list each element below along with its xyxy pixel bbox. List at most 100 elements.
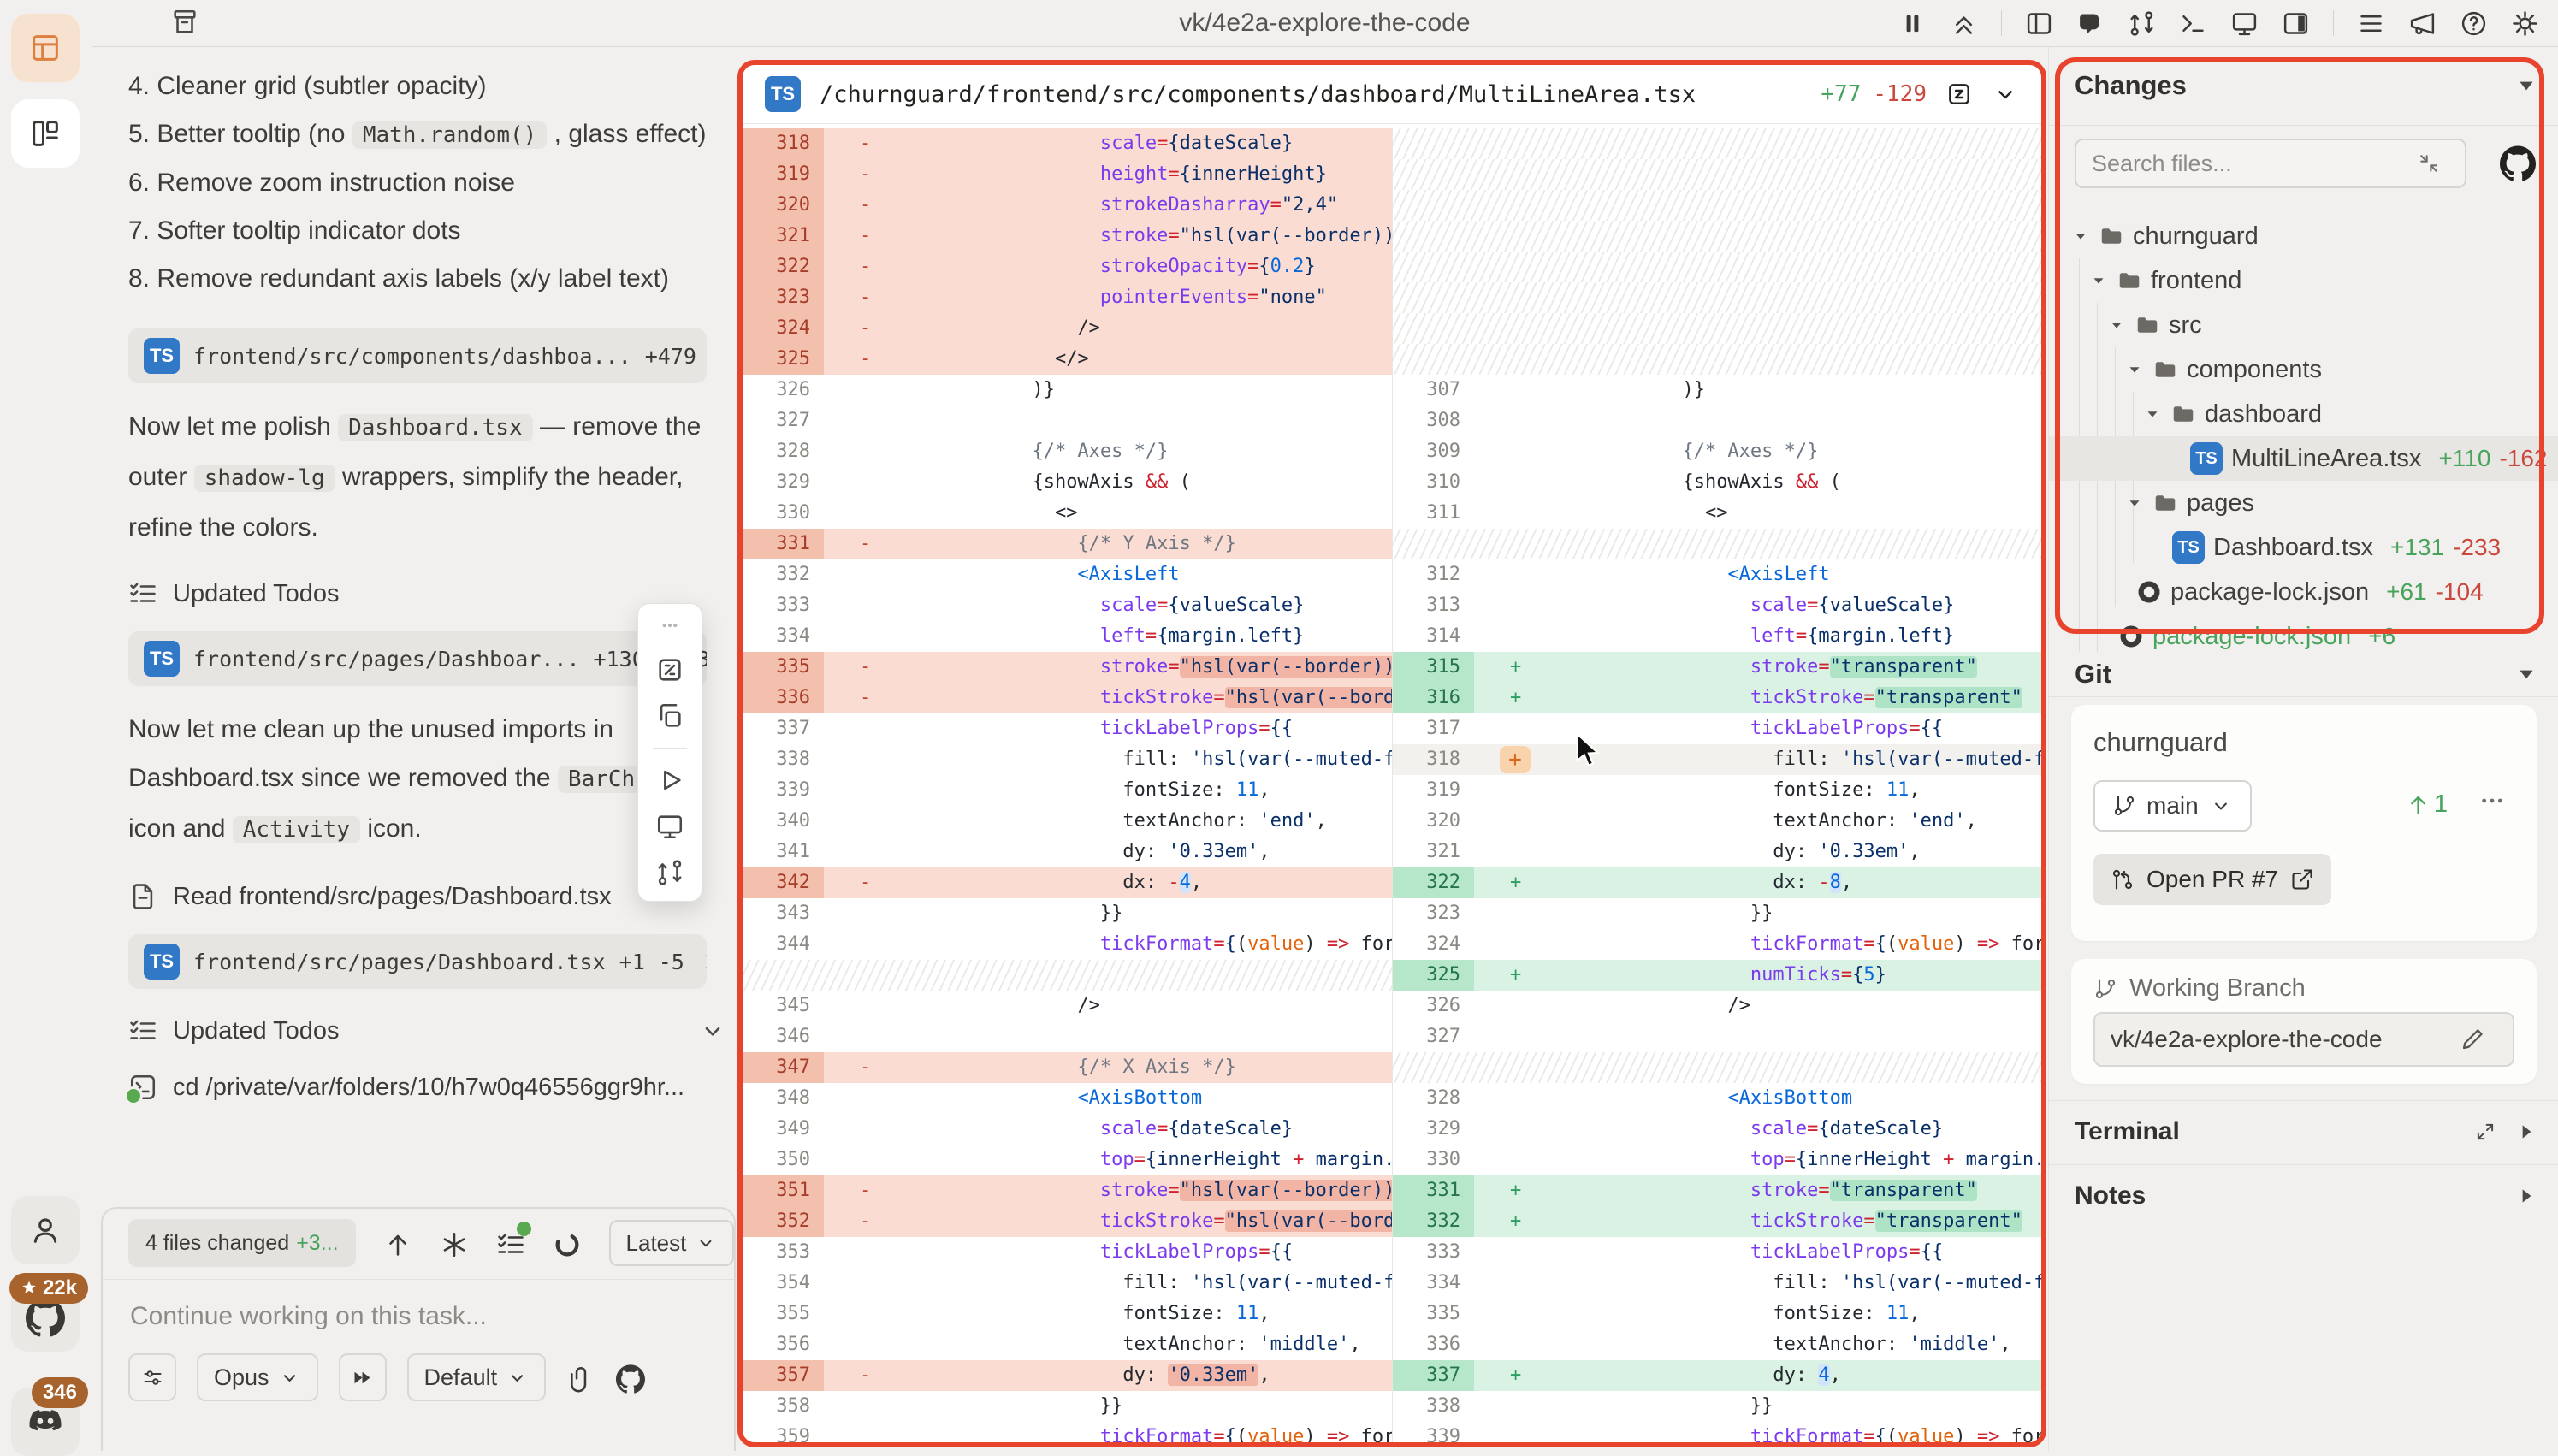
settings-sliders-button[interactable] [128, 1353, 176, 1401]
diff-new-cell: 324 tickFormat={(value) => formatV [1392, 929, 2041, 960]
files-changed-chip[interactable]: 4 files changed +3... [128, 1219, 356, 1267]
fast-forward-button[interactable] [339, 1353, 387, 1401]
copy-icon[interactable] [655, 701, 684, 731]
scroll-up-icon[interactable] [383, 1227, 412, 1260]
github-button[interactable]: 22k [11, 1283, 80, 1352]
panel-left-icon[interactable] [2025, 9, 2053, 38]
collapse-diff-icon[interactable] [1992, 80, 2019, 108]
open-terminal-icon[interactable] [2515, 1121, 2537, 1143]
search-input[interactable] [2076, 151, 2417, 177]
tree-folder[interactable]: frontend [2049, 258, 2558, 303]
terminal-section[interactable]: Terminal [2075, 1100, 2537, 1163]
play-icon[interactable] [655, 766, 684, 795]
ahead-count: 1 [2406, 790, 2448, 819]
more-options-icon[interactable] [2478, 787, 2506, 814]
tree-folder[interactable]: components [2049, 347, 2558, 392]
collapse-tree-icon[interactable] [2417, 151, 2453, 175]
tree-file[interactable]: package-lock.json+61-104 [2049, 570, 2558, 614]
tree-file[interactable]: TSDashboard.tsx+131-233 [2049, 525, 2558, 570]
tree-folder[interactable]: dashboard [2049, 392, 2558, 436]
caret-down-icon[interactable] [2125, 494, 2144, 512]
terminal-command-row[interactable]: cd /private/var/folders/10/h7w0q46556ggr… [128, 1073, 727, 1102]
diff-view-icon[interactable] [1945, 80, 1973, 108]
tree-file[interactable]: TSMultiLineArea.tsx+110-162 [2049, 436, 2558, 481]
file-chip[interactable]: TSfrontend/src/components/dashboa...+479 [128, 328, 707, 383]
settings-icon[interactable] [2511, 9, 2539, 38]
caret-down-icon[interactable] [2089, 271, 2108, 290]
model-dropdown[interactable]: Opus [197, 1353, 318, 1401]
code-line: )} [1557, 375, 2041, 405]
git-compare-icon[interactable] [2128, 9, 2156, 38]
github-sync-icon[interactable] [2500, 145, 2536, 181]
branch-dropdown[interactable]: main [2093, 780, 2252, 832]
tree-folder[interactable]: src [2049, 303, 2558, 347]
line-number: 308 [1393, 405, 1474, 436]
discord-button[interactable]: 346 [11, 1388, 80, 1456]
diff-new-cell: 335 fontSize: 11, [1392, 1299, 2041, 1329]
tree-label: frontend [2151, 267, 2241, 295]
diff-sign [824, 590, 907, 621]
panel-right-icon[interactable] [2282, 9, 2310, 38]
todos-row[interactable]: Updated Todos [128, 579, 727, 608]
diff-sign: + [1474, 683, 1557, 713]
chevron-down-icon[interactable] [698, 1016, 727, 1045]
sparkle-icon[interactable] [440, 1227, 469, 1260]
diff-new-cell: 316+ tickStroke="transparent" [1392, 683, 2041, 713]
attach-button[interactable] [566, 1361, 595, 1394]
pause-icon[interactable] [1898, 9, 1927, 38]
tree-folder[interactable]: churnguard [2049, 214, 2558, 258]
code-line: stroke="hsl(var(--border))" [907, 1175, 1392, 1206]
edit-branch-icon[interactable] [2460, 1027, 2499, 1052]
diff-sign: - [824, 128, 907, 159]
line-number: 316 [1393, 683, 1474, 713]
ts-file-icon: TS [144, 641, 180, 677]
terminal-prompt-icon[interactable] [2179, 9, 2207, 38]
file-chip[interactable]: TSfrontend/src/pages/Dashboard.tsx+1-5 [128, 934, 707, 989]
rail-layout-button[interactable] [11, 14, 80, 82]
todos-row[interactable]: Updated Todos [128, 1016, 727, 1045]
chevron-down-sm-icon [278, 1366, 301, 1389]
tree-file[interactable]: package-lock.json+6 [2049, 614, 2558, 659]
caret-down-icon[interactable] [2125, 360, 2144, 379]
message-input[interactable]: Continue working on this task... [103, 1280, 734, 1331]
diff-row: 331- {/* Y Axis */} [743, 529, 2041, 559]
todos-icon[interactable] [496, 1227, 525, 1260]
file-chip-row: TSfrontend/src/components/dashboa...+479 [128, 305, 727, 383]
diff-old-cell: 350 top={innerHeight + margin.top} [743, 1145, 1392, 1175]
github-cat-button[interactable] [616, 1361, 645, 1394]
menu-icon[interactable] [2357, 9, 2385, 38]
latest-dropdown[interactable]: Latest [609, 1220, 735, 1266]
open-pr-button[interactable]: Open PR #7 [2093, 854, 2331, 905]
profile-button[interactable] [11, 1196, 80, 1264]
discord-count-badge: 346 [32, 1377, 88, 1408]
chat-bubble-icon[interactable] [2076, 9, 2105, 38]
file-chip[interactable]: TSfrontend/src/pages/Dashboar...+130-233 [128, 631, 707, 686]
code-line: tickLabelProps={{ [907, 1237, 1392, 1268]
monitor-icon[interactable] [655, 812, 684, 841]
drag-handle-icon[interactable] [657, 613, 683, 638]
tree-folder[interactable]: pages [2049, 481, 2558, 525]
caret-down-icon[interactable] [2143, 405, 2162, 423]
collapse-up-icon[interactable] [1950, 9, 1978, 38]
caret-down-icon[interactable] [2071, 227, 2090, 246]
annotate-icon[interactable] [655, 655, 684, 684]
help-icon[interactable] [2460, 9, 2488, 38]
open-notes-icon[interactable] [2515, 1185, 2537, 1207]
rail-columns-button[interactable] [11, 99, 80, 168]
tree-label: package-lock.json [2152, 623, 2351, 651]
collapse-git-icon[interactable] [2515, 663, 2537, 685]
folder-icon [2170, 401, 2196, 427]
working-branch-input[interactable] [2095, 1026, 2460, 1053]
monitor-icon[interactable] [2230, 9, 2259, 38]
line-number: 314 [1393, 621, 1474, 652]
mode-dropdown[interactable]: Default [407, 1353, 547, 1401]
collapse-changes-icon[interactable] [2515, 74, 2537, 97]
caret-down-icon[interactable] [2107, 316, 2126, 334]
star-icon [21, 1280, 38, 1297]
line-number: 318 [743, 128, 824, 159]
git-compare-icon[interactable] [655, 858, 684, 887]
expand-terminal-icon[interactable] [2474, 1121, 2496, 1143]
notes-section[interactable]: Notes [2075, 1164, 2537, 1228]
add-comment-button[interactable]: + [1500, 746, 1531, 773]
megaphone-icon[interactable] [2408, 9, 2437, 38]
